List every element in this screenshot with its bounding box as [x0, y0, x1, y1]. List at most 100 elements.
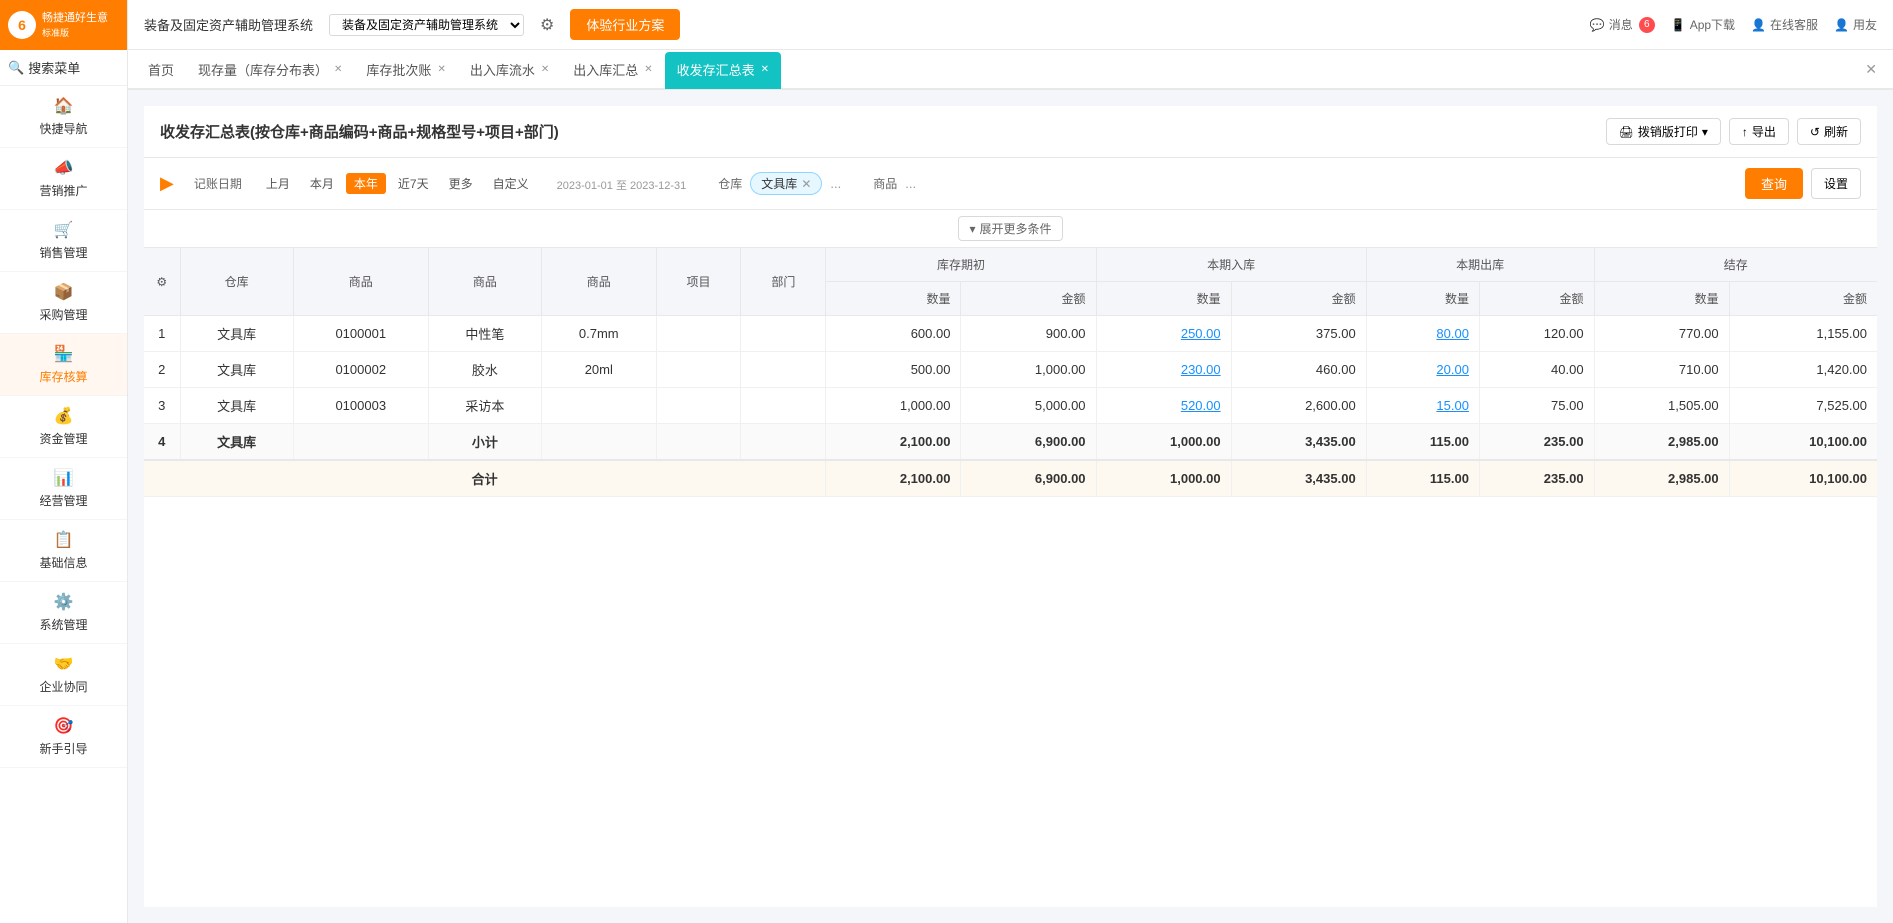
app-download-button[interactable]: 📱 App下载	[1671, 16, 1735, 33]
sidebar-item-label: 企业协同	[39, 678, 87, 695]
row-in-qty[interactable]: 250.00	[1096, 316, 1231, 352]
row-dept	[741, 352, 826, 388]
row-out-qty[interactable]: 15.00	[1366, 388, 1479, 424]
warehouse-tag-value: 文具库	[761, 175, 797, 192]
export-button[interactable]: ↑ 导出	[1729, 118, 1789, 145]
row-in-qty: 1,000.00	[1096, 424, 1231, 461]
tab-in-out-summary-close[interactable]: ✕	[644, 64, 652, 75]
tab-recv-send-close[interactable]: ✕	[761, 64, 769, 75]
row-no: 2	[144, 352, 180, 388]
date-btn-custom[interactable]: 自定义	[485, 173, 537, 194]
tab-batch[interactable]: 库存批次账 ✕	[354, 52, 457, 89]
balance-qty-subheader: 数量	[1594, 282, 1729, 316]
print-button[interactable]: 🖨 拨销版打印 ▾	[1606, 118, 1721, 145]
row-in-qty[interactable]: 520.00	[1096, 388, 1231, 424]
sidebar: 6 畅捷通好生意 标准版 🔍 搜索菜单 🏠 快捷导航 📣 营销推广 🛒 销售管理…	[0, 0, 128, 923]
system-icon: ⚙️	[54, 592, 74, 612]
row-balance-qty: 710.00	[1594, 352, 1729, 388]
date-btn-this-year[interactable]: 本年	[346, 173, 386, 194]
table-gear-icon[interactable]: ⚙	[156, 275, 167, 289]
out-group-header: 本期出库	[1366, 248, 1594, 282]
filter-expand-arrow[interactable]: ▶	[160, 173, 174, 194]
date-btn-7days[interactable]: 近7天	[390, 173, 437, 194]
warehouse-filter-group: 仓库 文具库 ✕ ...	[718, 172, 841, 195]
online-service-button[interactable]: 👤 在线客服	[1751, 16, 1818, 33]
user-button[interactable]: 👤 用友	[1834, 16, 1877, 33]
app-title: 装备及固定资产辅助管理系统	[144, 15, 313, 34]
total-opening-amt: 6,900.00	[961, 460, 1096, 497]
sidebar-item-operations[interactable]: 📊 经营管理	[0, 458, 127, 520]
refresh-button[interactable]: ↺ 刷新	[1797, 118, 1861, 145]
sidebar-item-purchase[interactable]: 📦 采购管理	[0, 272, 127, 334]
trial-button[interactable]: 体验行业方案	[570, 9, 680, 40]
row-dept	[741, 316, 826, 352]
row-no: 4	[144, 424, 180, 461]
row-opening-qty: 600.00	[826, 316, 961, 352]
row-warehouse: 文具库	[180, 424, 293, 461]
settings-button[interactable]: 设置	[1811, 168, 1861, 199]
tab-batch-close[interactable]: ✕	[437, 64, 445, 75]
goods-more[interactable]: ...	[905, 176, 916, 191]
row-opening-amt: 1,000.00	[961, 352, 1096, 388]
purchase-icon: 📦	[54, 282, 74, 302]
sidebar-item-basic[interactable]: 📋 基础信息	[0, 520, 127, 582]
sidebar-item-system[interactable]: ⚙️ 系统管理	[0, 582, 127, 644]
tab-stock-dist-close[interactable]: ✕	[334, 64, 342, 75]
sidebar-item-guide[interactable]: 🎯 新手引导	[0, 706, 127, 768]
sidebar-logo: 6 畅捷通好生意 标准版	[0, 0, 127, 50]
sidebar-item-inventory[interactable]: 🏪 库存核算	[0, 334, 127, 396]
sidebar-item-sales[interactable]: 🛒 销售管理	[0, 210, 127, 272]
tab-home-label: 首页	[148, 60, 174, 79]
tab-bar-close[interactable]: ✕	[1857, 61, 1885, 78]
tab-stock-dist[interactable]: 现存量（库存分布表） ✕	[186, 52, 354, 89]
table-settings-header[interactable]: ⚙	[144, 248, 180, 316]
settings-gear-icon[interactable]: ⚙	[540, 15, 554, 35]
row-code: 0100002	[293, 352, 428, 388]
row-spec: 20ml	[542, 352, 657, 388]
date-btn-last-month[interactable]: 上月	[258, 173, 298, 194]
message-button[interactable]: 💬 消息 6	[1590, 16, 1655, 33]
row-out-amt: 75.00	[1479, 388, 1594, 424]
tab-recv-send[interactable]: 收发存汇总表 ✕	[665, 52, 781, 89]
sidebar-item-marketing[interactable]: 📣 营销推广	[0, 148, 127, 210]
in-qty-subheader: 数量	[1096, 282, 1231, 316]
sidebar-item-label: 营销推广	[39, 182, 87, 199]
logo-icon: 6	[8, 11, 36, 39]
row-opening-amt: 5,000.00	[961, 388, 1096, 424]
sidebar-item-quick-nav[interactable]: 🏠 快捷导航	[0, 86, 127, 148]
total-label: 合计	[144, 460, 826, 497]
app-selector[interactable]: 装备及固定资产辅助管理系统	[329, 14, 524, 36]
tab-home[interactable]: 首页	[136, 52, 186, 89]
total-balance-amt: 10,100.00	[1729, 460, 1877, 497]
row-out-qty[interactable]: 80.00	[1366, 316, 1479, 352]
row-opening-qty: 500.00	[826, 352, 961, 388]
row-out-qty[interactable]: 20.00	[1366, 352, 1479, 388]
user-icon: 👤	[1834, 18, 1849, 32]
page-title: 收发存汇总表(按仓库+商品编码+商品+规格型号+项目+部门)	[160, 121, 559, 142]
tab-stock-dist-label: 现存量（库存分布表）	[198, 60, 328, 79]
tab-in-out-flow-label: 出入库流水	[470, 60, 535, 79]
search-icon: 🔍	[8, 60, 24, 76]
sidebar-item-collab[interactable]: 🤝 企业协同	[0, 644, 127, 706]
warehouse-more[interactable]: ...	[830, 176, 841, 191]
row-warehouse: 文具库	[180, 316, 293, 352]
sidebar-item-finance[interactable]: 💰 资金管理	[0, 396, 127, 458]
total-opening-qty: 2,100.00	[826, 460, 961, 497]
date-btn-more[interactable]: 更多	[441, 173, 481, 194]
message-badge: 6	[1639, 17, 1655, 33]
row-in-qty[interactable]: 230.00	[1096, 352, 1231, 388]
row-code: 0100003	[293, 388, 428, 424]
row-balance-amt: 1,155.00	[1729, 316, 1877, 352]
date-btn-this-month[interactable]: 本月	[302, 173, 342, 194]
row-name: 中性笔	[428, 316, 541, 352]
expand-conditions-button[interactable]: ▾ 展开更多条件	[958, 216, 1062, 241]
data-table-container: ⚙ 仓库 商品 商品 商品	[144, 248, 1877, 907]
tab-in-out-flow-close[interactable]: ✕	[541, 64, 549, 75]
tab-in-out-flow[interactable]: 出入库流水 ✕	[458, 52, 561, 89]
tab-in-out-summary[interactable]: 出入库汇总 ✕	[561, 52, 664, 89]
download-icon: 📱	[1671, 18, 1686, 32]
warehouse-tag-close[interactable]: ✕	[801, 177, 811, 191]
query-button[interactable]: 查询	[1745, 168, 1803, 199]
sidebar-item-search[interactable]: 🔍 搜索菜单	[0, 50, 127, 86]
service-icon: 👤	[1751, 18, 1766, 32]
